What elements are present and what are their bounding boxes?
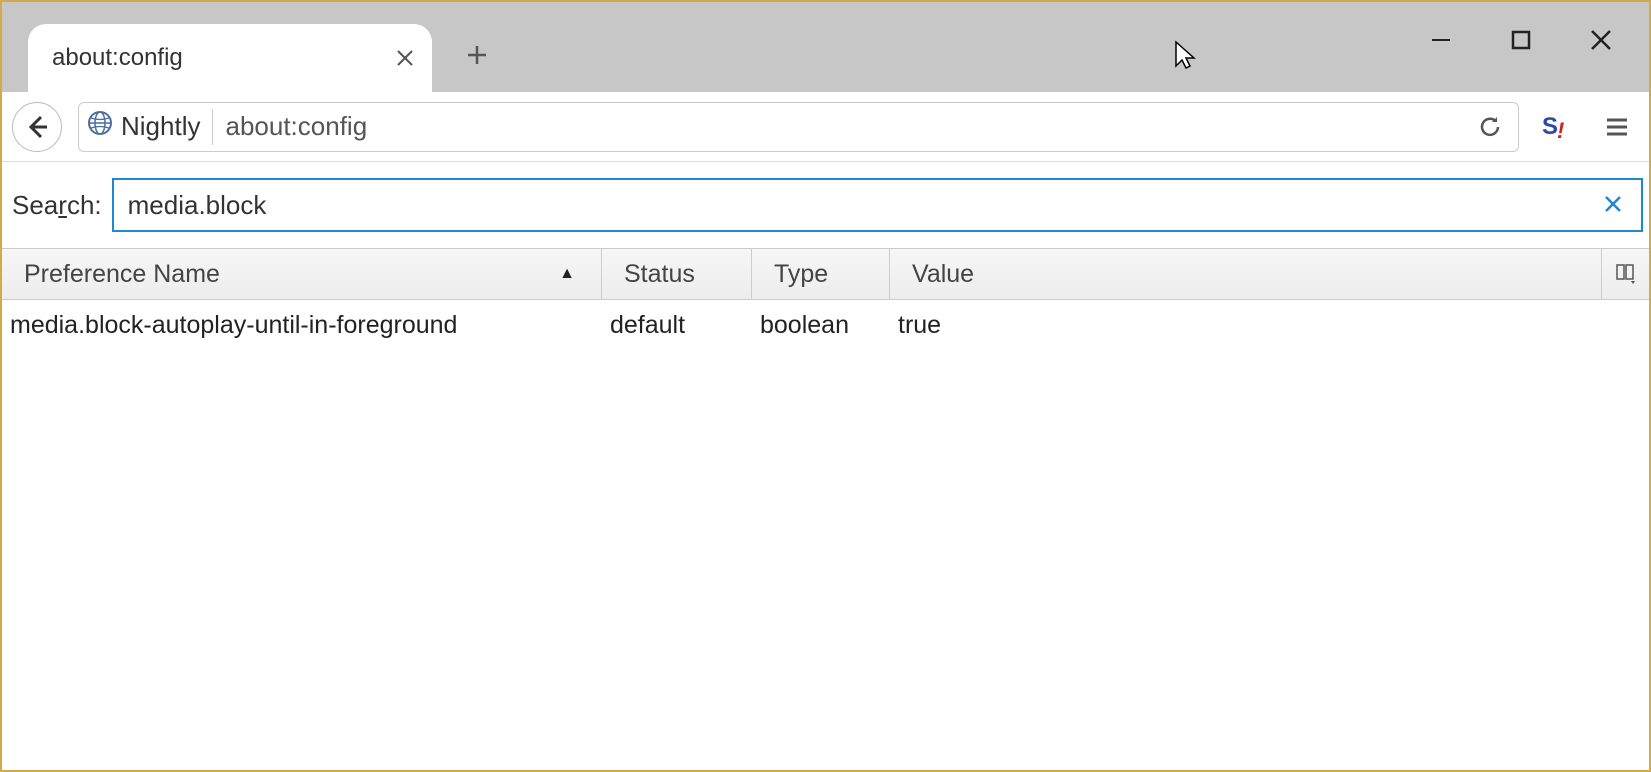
search-box [112,178,1643,232]
prefs-table-row[interactable]: media.block-autoplay-until-in-foreground… [2,300,1649,350]
column-picker-button[interactable] [1601,249,1649,299]
back-button[interactable] [12,102,62,152]
column-header-type[interactable]: Type [752,249,890,299]
pref-name-cell: media.block-autoplay-until-in-foreground [2,311,602,340]
search-input[interactable] [128,190,1599,221]
column-header-type-label: Type [774,260,828,289]
new-tab-button[interactable] [456,34,498,76]
column-header-name-label: Preference Name [24,260,220,289]
column-header-status-label: Status [624,260,695,289]
prefs-table-header: Preference Name ▲ Status Type Value [2,248,1649,300]
search-label: Search: [12,190,102,221]
extension-icon[interactable]: S ! [1535,105,1579,149]
nav-toolbar: Nightly about:config S ! [2,92,1649,162]
column-header-name[interactable]: Preference Name ▲ [2,249,602,299]
column-header-value[interactable]: Value [890,249,1601,299]
search-label-accesskey: r [58,190,67,220]
close-tab-icon[interactable] [388,42,422,74]
clear-search-icon[interactable] [1599,189,1627,221]
close-window-button[interactable] [1583,22,1619,58]
sort-ascending-icon: ▲ [559,265,575,283]
search-label-pre: Sea [12,190,58,220]
maximize-button[interactable] [1503,22,1539,58]
config-search-row: Search: [2,162,1649,248]
url-text: about:config [213,111,1470,142]
svg-text:S: S [1542,113,1558,140]
pref-value-cell: true [890,311,1649,340]
address-bar[interactable]: Nightly about:config [78,102,1519,152]
pref-status-cell: default [602,311,752,340]
window-controls [1423,2,1649,58]
svg-text:!: ! [1557,118,1564,142]
titlebar: about:config [2,2,1649,92]
column-header-status[interactable]: Status [602,249,752,299]
identity-label: Nightly [121,111,200,142]
tab-title: about:config [52,44,183,72]
minimize-button[interactable] [1423,22,1459,58]
column-header-value-label: Value [912,260,974,289]
reload-button[interactable] [1470,107,1510,147]
search-label-post: ch: [67,190,102,220]
identity-box[interactable]: Nightly [87,109,213,145]
hamburger-menu-icon[interactable] [1595,105,1639,149]
pref-type-cell: boolean [752,311,890,340]
globe-icon [87,110,113,143]
browser-tab[interactable]: about:config [28,24,432,92]
